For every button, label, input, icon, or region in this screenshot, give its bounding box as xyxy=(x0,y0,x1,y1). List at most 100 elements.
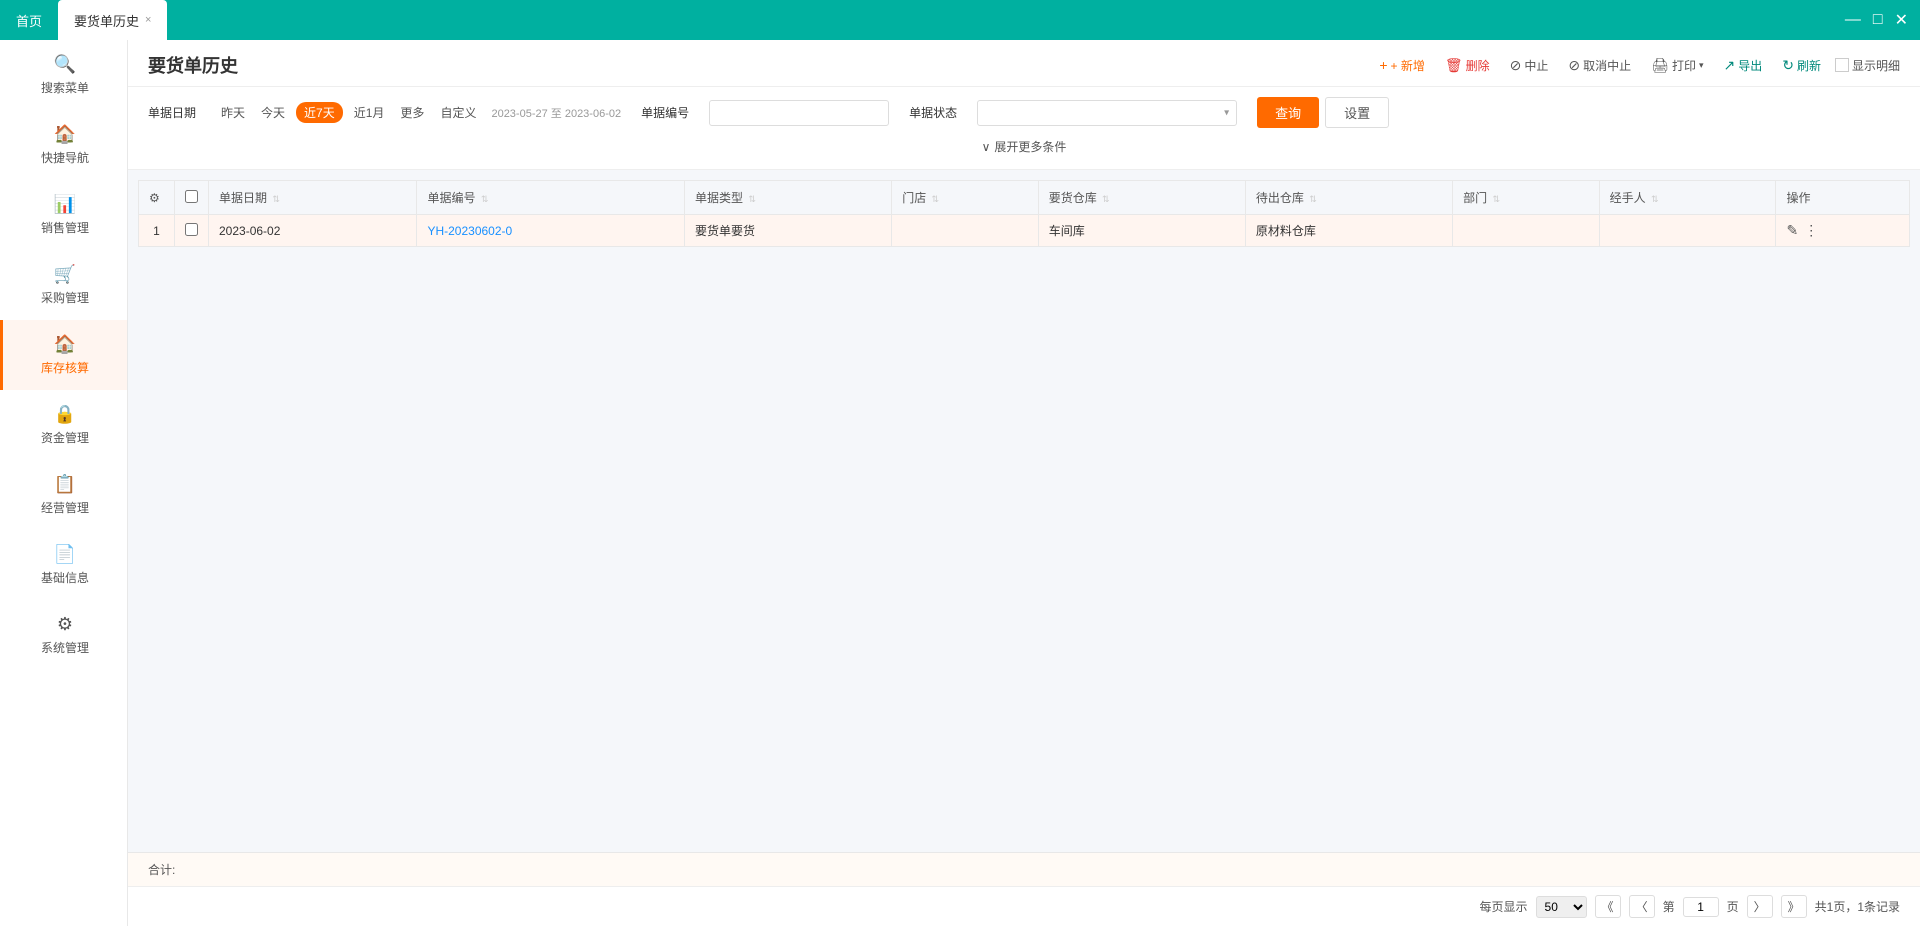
table-footer: 合计: xyxy=(128,852,1920,886)
row-actions: ✎ ⋮ xyxy=(1786,222,1899,239)
sidebar-item-search-menu[interactable]: 🔍 搜索菜单 xyxy=(0,40,127,110)
sidebar-item-quick-nav[interactable]: 🏠 快捷导航 xyxy=(0,110,127,180)
sort-doctype-icon: ⇅ xyxy=(748,194,756,204)
table-checkbox-header xyxy=(175,181,209,215)
window-minimize-icon[interactable]: — xyxy=(1845,11,1861,29)
table-header-store[interactable]: 门店 ⇅ xyxy=(892,181,1039,215)
print-label: 打印 xyxy=(1672,57,1696,74)
status-label: 单据状态 xyxy=(909,104,957,121)
page-first-button[interactable]: 《 xyxy=(1595,895,1621,918)
table-row: 1 2023-06-02 YH-20230602-0 要货单要货 车间库 原材料… xyxy=(139,215,1910,247)
sort-date-icon: ⇅ xyxy=(272,194,280,204)
sidebar-item-operations[interactable]: 📋 经营管理 xyxy=(0,460,127,530)
table-header-doc-no[interactable]: 单据编号 ⇅ xyxy=(417,181,685,215)
sidebar-item-basic-info[interactable]: 📄 基础信息 xyxy=(0,530,127,600)
page-unit: 页 xyxy=(1727,898,1739,915)
sort-docno-icon: ⇅ xyxy=(481,194,489,204)
date-btn-yesterday[interactable]: 昨天 xyxy=(216,102,250,123)
sidebar-item-finance[interactable]: 🔒 资金管理 xyxy=(0,390,127,460)
operations-icon: 📋 xyxy=(54,474,76,495)
date-btn-custom[interactable]: 自定义 xyxy=(435,102,481,123)
table-header-actions: 操作 xyxy=(1776,181,1910,215)
refresh-button[interactable]: ↻ 刷新 xyxy=(1776,54,1827,77)
page-next-button[interactable]: 〉 xyxy=(1747,895,1773,918)
new-label: + 新增 xyxy=(1391,57,1425,74)
delete-icon: 🗑 xyxy=(1445,57,1463,74)
print-button[interactable]: 🖨 打印 ▾ xyxy=(1645,54,1709,77)
table-settings-header[interactable]: ⚙ xyxy=(139,181,175,215)
refresh-label: 刷新 xyxy=(1797,57,1821,74)
new-button[interactable]: + + 新增 xyxy=(1373,54,1431,77)
settings-button[interactable]: 设置 xyxy=(1325,97,1389,128)
row-doc-no-link[interactable]: YH-20230602-0 xyxy=(427,224,512,238)
table-header-pending-warehouse[interactable]: 待出仓库 ⇅ xyxy=(1245,181,1452,215)
page-last-button[interactable]: 》 xyxy=(1781,895,1807,918)
sidebar-item-purchase[interactable]: 🛒 采购管理 xyxy=(0,250,127,320)
finance-icon: 🔒 xyxy=(54,404,76,425)
export-icon: ↗ xyxy=(1723,57,1735,74)
date-btn-7days[interactable]: 近7天 xyxy=(296,102,343,123)
sidebar-item-search-menu-label: 搜索菜单 xyxy=(41,79,89,96)
cancel-stop-icon: ⊘ xyxy=(1568,57,1580,74)
window-close-icon[interactable]: ✕ xyxy=(1895,10,1908,30)
status-select[interactable] xyxy=(977,100,1237,126)
table-header-date[interactable]: 单据日期 ⇅ xyxy=(209,181,417,215)
table-body: 1 2023-06-02 YH-20230602-0 要货单要货 车间库 原材料… xyxy=(139,215,1910,247)
table-header-handler[interactable]: 经手人 ⇅ xyxy=(1599,181,1776,215)
page-label: 第 xyxy=(1663,898,1675,915)
table-header-department[interactable]: 部门 ⇅ xyxy=(1453,181,1600,215)
print-icon: 🖨 xyxy=(1651,57,1669,74)
row-pending-warehouse: 原材料仓库 xyxy=(1245,215,1452,247)
stop-button[interactable]: ⊘ 中止 xyxy=(1504,54,1555,77)
total-info: 共1页，1条记录 xyxy=(1815,898,1900,915)
row-date: 2023-06-02 xyxy=(209,215,417,247)
select-all-checkbox[interactable] xyxy=(185,190,198,203)
show-detail-label: 显示明细 xyxy=(1852,57,1900,74)
doc-no-input[interactable] xyxy=(709,100,889,126)
sidebar-item-inventory[interactable]: 🏠 库存核算 xyxy=(0,320,127,390)
show-detail-checkbox xyxy=(1835,58,1849,72)
data-table: ⚙ 单据日期 ⇅ 单据编号 ⇅ 单据类型 xyxy=(138,180,1910,247)
filter-bar: 单据日期 昨天 今天 近7天 近1月 更多 自定义 2023-05-27 至 2… xyxy=(128,87,1920,170)
date-btn-today[interactable]: 今天 xyxy=(256,102,290,123)
tab-order-history[interactable]: 要货单历史 × xyxy=(58,0,167,40)
date-btn-1month[interactable]: 近1月 xyxy=(349,102,390,123)
date-btn-more[interactable]: 更多 xyxy=(395,102,429,123)
sidebar-item-sales-label: 销售管理 xyxy=(41,219,89,236)
sidebar: 🔍 搜索菜单 🏠 快捷导航 📊 销售管理 🛒 采购管理 🏠 库存核算 🔒 资金管… xyxy=(0,40,128,926)
date-filters: 昨天 今天 近7天 近1月 更多 自定义 2023-05-27 至 2023-0… xyxy=(216,102,621,123)
show-detail-button[interactable]: 显示明细 xyxy=(1835,57,1900,74)
row-checkbox[interactable] xyxy=(185,223,198,236)
quick-nav-icon: 🏠 xyxy=(54,124,76,145)
filter-row-1: 单据日期 昨天 今天 近7天 近1月 更多 自定义 2023-05-27 至 2… xyxy=(148,97,1900,128)
tab-close-icon[interactable]: × xyxy=(145,14,151,26)
export-button[interactable]: ↗ 导出 xyxy=(1717,54,1768,77)
page-input[interactable] xyxy=(1683,897,1719,917)
row-more-icon[interactable]: ⋮ xyxy=(1804,222,1818,239)
table-header-req-warehouse[interactable]: 要货仓库 ⇅ xyxy=(1038,181,1245,215)
sidebar-item-system[interactable]: ⚙ 系统管理 xyxy=(0,600,127,670)
sort-department-icon: ⇅ xyxy=(1492,194,1500,204)
cancel-stop-button[interactable]: ⊘ 取消中止 xyxy=(1562,54,1637,77)
date-filter-label: 单据日期 xyxy=(148,104,196,121)
sidebar-item-finance-label: 资金管理 xyxy=(41,429,89,446)
window-maximize-icon[interactable]: □ xyxy=(1873,11,1883,29)
pagination: 每页显示 50 100 《 〈 第 页 〉 》 共1页，1条记录 xyxy=(128,886,1920,926)
tab-order-history-label: 要货单历史 xyxy=(74,11,139,30)
basic-info-icon: 📄 xyxy=(54,544,76,565)
page-header: 要货单历史 + + 新增 🗑 删除 ⊘ 中止 ⊘ 取消中止 xyxy=(128,40,1920,87)
tab-home-label: 首页 xyxy=(16,11,42,30)
top-tabs: 首页 要货单历史 × xyxy=(0,0,167,40)
sidebar-item-sales[interactable]: 📊 销售管理 xyxy=(0,180,127,250)
expand-down-icon: ∨ xyxy=(982,140,991,154)
row-edit-icon[interactable]: ✎ xyxy=(1786,222,1798,239)
page-prev-button[interactable]: 〈 xyxy=(1629,895,1655,918)
summary-label: 合计: xyxy=(148,861,175,878)
tab-home[interactable]: 首页 xyxy=(0,0,58,40)
expand-more-button[interactable]: ∨ 展开更多条件 xyxy=(148,134,1900,159)
delete-button[interactable]: 🗑 删除 xyxy=(1439,54,1496,77)
table-header-doc-type[interactable]: 单据类型 ⇅ xyxy=(684,181,891,215)
page-size-select[interactable]: 50 100 xyxy=(1536,896,1587,918)
query-button[interactable]: 查询 xyxy=(1257,97,1319,128)
system-icon: ⚙ xyxy=(57,614,73,635)
